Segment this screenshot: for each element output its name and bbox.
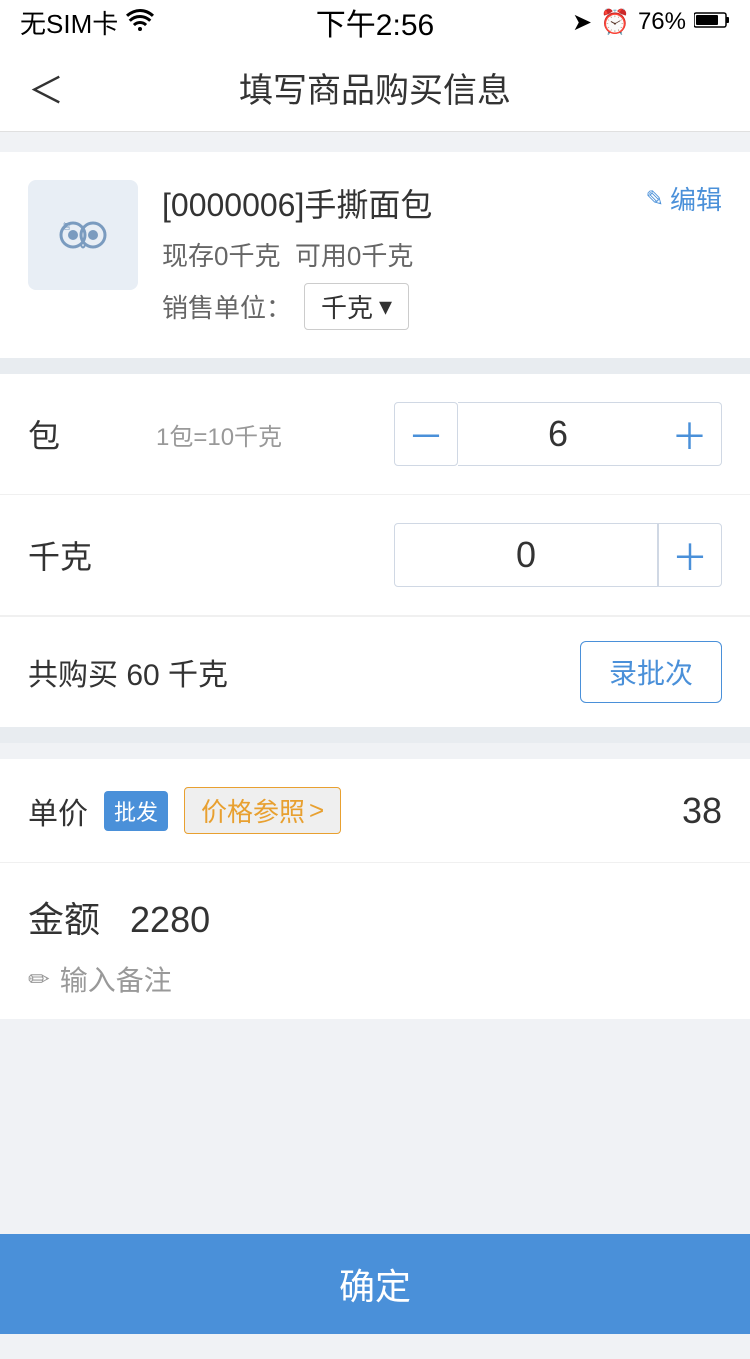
- price-section: 单价 批发 价格参照 > 38: [0, 759, 750, 863]
- section-divider-1: [0, 358, 750, 374]
- edit-icon: ✎: [646, 186, 664, 212]
- price-ref-label: 价格参照: [201, 792, 305, 829]
- price-ref-arrow: >: [309, 795, 324, 826]
- chevron-down-icon: ▾: [379, 291, 392, 322]
- price-row: 单价 批发 价格参照 > 38: [28, 787, 722, 834]
- bag-sublabel: 1包=10千克: [156, 417, 282, 452]
- batch-button[interactable]: 录批次: [580, 641, 722, 703]
- back-button[interactable]: ＜: [28, 62, 64, 114]
- alarm-icon: ⏰: [600, 8, 630, 37]
- kg-qty-control: ＋: [394, 523, 722, 587]
- confirm-bar[interactable]: 确定: [0, 1234, 750, 1334]
- kg-increment-button[interactable]: ＋: [658, 523, 722, 587]
- bag-qty-input[interactable]: [458, 402, 658, 466]
- amount-note-row[interactable]: ✏ 输入备注: [28, 959, 722, 999]
- location-icon: ➤: [572, 8, 592, 37]
- pencil-icon: ✏: [28, 964, 50, 995]
- amount-row: 金额 2280: [28, 891, 722, 943]
- amount-value: 2280: [130, 899, 210, 940]
- status-right: ➤ ⏰ 76%: [572, 8, 730, 37]
- section-divider-2: [0, 727, 750, 743]
- price-label: 单价: [28, 789, 88, 833]
- product-info: [0000006]手撕面包 现存0千克 可用0千克 销售单位： 千克 ▾: [162, 180, 722, 330]
- bag-label: 包: [28, 411, 148, 457]
- product-name: [0000006]手撕面包: [162, 180, 722, 226]
- bag-decrement-button[interactable]: －: [394, 402, 458, 466]
- nav-bar: ＜ 填写商品购买信息: [0, 44, 750, 132]
- price-value: 38: [682, 790, 722, 832]
- battery-icon: [694, 8, 730, 36]
- unit-label: 销售单位：: [162, 288, 292, 325]
- product-logo: 智: [53, 215, 113, 255]
- product-unit-row: 销售单位： 千克 ▾: [162, 283, 722, 330]
- note-placeholder: 输入备注: [60, 959, 172, 999]
- amount-label: 金额: [28, 899, 100, 940]
- total-row: 共购买 60 千克 录批次: [0, 616, 750, 727]
- product-card: 智 [0000006]手撕面包 现存0千克 可用0千克 销售单位： 千克 ▾ ✎…: [0, 152, 750, 358]
- edit-button[interactable]: ✎ 编辑: [646, 180, 722, 217]
- total-text: 共购买 60 千克: [28, 650, 580, 694]
- wifi-icon: [126, 7, 154, 38]
- kg-input-row: 千克 ＋: [0, 495, 750, 616]
- confirm-button[interactable]: 确定: [339, 1258, 411, 1310]
- price-ref-button[interactable]: 价格参照 >: [184, 787, 341, 834]
- status-time: 下午2:56: [316, 0, 434, 44]
- kg-label: 千克: [28, 532, 148, 578]
- unit-select[interactable]: 千克 ▾: [304, 283, 409, 330]
- price-badge: 批发: [104, 791, 168, 831]
- svg-text:智: 智: [63, 221, 71, 231]
- product-image: 智: [28, 180, 138, 290]
- nav-title: 填写商品购买信息: [239, 63, 511, 112]
- amount-section: 金额 2280 ✏ 输入备注: [0, 863, 750, 1019]
- bag-input-row: 包 1包=10千克 － ＋: [0, 374, 750, 495]
- input-section: 包 1包=10千克 － ＋ 千克 ＋ 共购买 60 千克 录批次: [0, 374, 750, 727]
- carrier-text: 无SIM卡: [20, 4, 118, 41]
- bag-increment-button[interactable]: ＋: [658, 402, 722, 466]
- battery-text: 76%: [638, 8, 686, 36]
- bag-qty-control: － ＋: [394, 402, 722, 466]
- kg-qty-input[interactable]: [394, 523, 658, 587]
- status-left: 无SIM卡: [20, 4, 154, 41]
- status-bar: 无SIM卡 下午2:56 ➤ ⏰ 76%: [0, 0, 750, 44]
- product-stock: 现存0千克 可用0千克: [162, 236, 722, 273]
